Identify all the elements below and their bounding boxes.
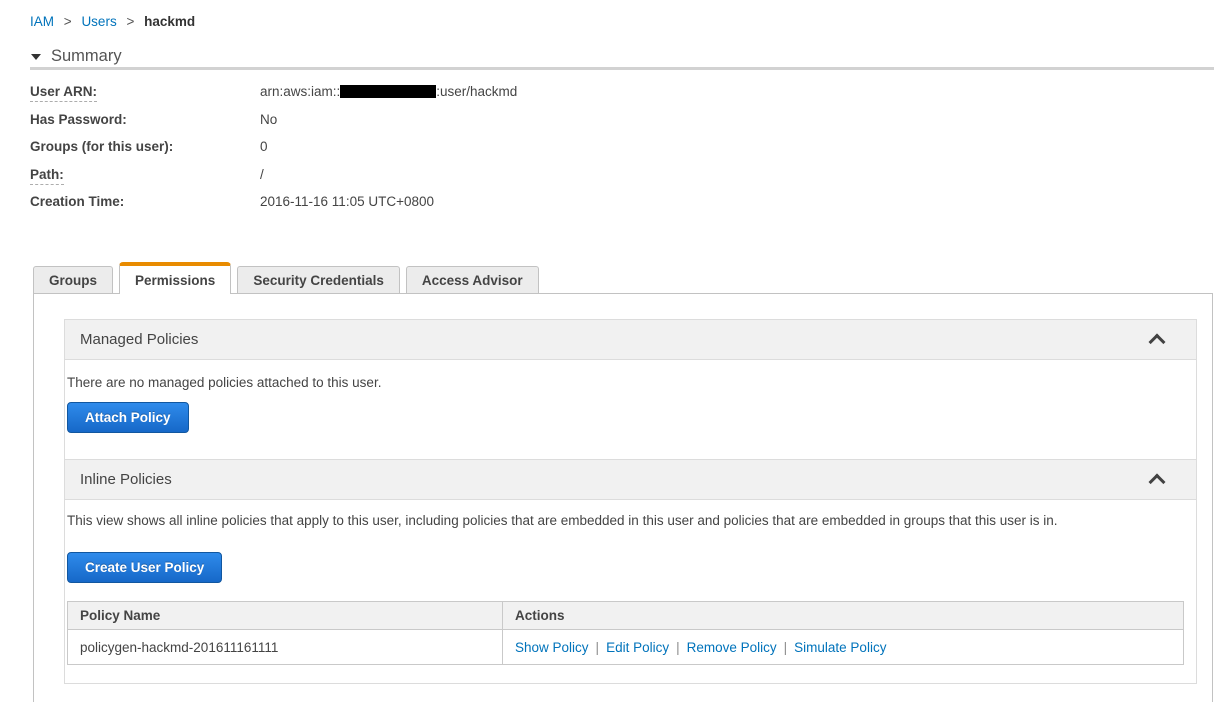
actions-column-header: Actions	[502, 601, 1184, 630]
field-label-text: Path:	[30, 166, 64, 185]
tab-permissions[interactable]: Permissions	[119, 262, 232, 294]
inline-policies-title: Inline Policies	[80, 471, 172, 488]
edit-policy-link[interactable]: Edit Policy	[606, 640, 669, 655]
action-separator: |	[676, 639, 680, 655]
summary-field-row-groups: Groups (for this user): 0	[30, 139, 517, 155]
field-label-path: Path:	[30, 166, 260, 185]
summary-field-row-has-password: Has Password: No	[30, 112, 517, 128]
collapse-triangle-icon[interactable]	[31, 53, 41, 60]
remove-policy-link[interactable]: Remove Policy	[687, 640, 777, 655]
managed-policies-header: Managed Policies	[65, 320, 1196, 360]
inline-policies-body: This view shows all inline policies that…	[65, 500, 1196, 683]
table-header-row: Policy Name Actions	[67, 601, 1184, 630]
breadcrumb-link-iam[interactable]: IAM	[30, 14, 54, 29]
field-value-path: /	[260, 166, 264, 182]
breadcrumb-current-user: hackmd	[144, 14, 196, 29]
summary-field-row-creation-time: Creation Time: 2016-11-16 11:05 UTC+0800	[30, 194, 517, 210]
tab-security-credentials[interactable]: Security Credentials	[237, 266, 400, 293]
collapse-chevron-icon[interactable]	[1148, 331, 1166, 350]
field-value-has-password: No	[260, 111, 278, 127]
arn-suffix: :user/hackmd	[436, 84, 518, 99]
summary-divider	[30, 67, 1214, 70]
managed-policies-body: There are no managed policies attached t…	[65, 360, 1196, 459]
simulate-policy-link[interactable]: Simulate Policy	[794, 640, 886, 655]
breadcrumb-link-users[interactable]: Users	[81, 14, 116, 29]
tab-access-advisor[interactable]: Access Advisor	[405, 266, 539, 293]
no-managed-policies-message: There are no managed policies attached t…	[67, 375, 382, 390]
actions-cell: Show Policy | Edit Policy | Remove Policy | Si…	[502, 629, 1184, 665]
field-label-groups: Groups (for this user):	[30, 139, 174, 154]
policy-name-column-header: Policy Name	[67, 601, 503, 630]
field-label-creation-time: Creation Time:	[30, 194, 125, 209]
action-separator: |	[783, 639, 788, 655]
summary-field-row-user-arn: User ARN: arn:aws:iam:::user/hackmd	[30, 84, 517, 102]
tab-groups[interactable]: Groups	[33, 266, 114, 293]
field-value-creation-time: 2016-11-16 11:05 UTC+0800	[260, 194, 434, 209]
breadcrumb-separator: >	[126, 14, 135, 29]
summary-header: Summary	[31, 47, 122, 66]
arn-prefix: arn:aws:iam::	[260, 84, 341, 99]
field-label-has-password: Has Password:	[30, 111, 127, 127]
inline-policies-header: Inline Policies	[65, 459, 1196, 500]
create-user-policy-button[interactable]: Create User Policy	[67, 552, 223, 583]
inline-policies-description: This view shows all inline policies that…	[67, 513, 1058, 528]
inline-policies-table: Policy Name Actions policygen-hackmd-201…	[67, 601, 1184, 665]
managed-policies-title: Managed Policies	[80, 331, 199, 348]
field-value-groups: 0	[260, 139, 268, 154]
redacted-account-id	[340, 85, 437, 98]
field-value-user-arn: arn:aws:iam:::user/hackmd	[260, 84, 517, 100]
summary-field-row-path: Path: /	[30, 166, 517, 185]
show-policy-link[interactable]: Show Policy	[515, 640, 589, 655]
field-label-user-arn: User ARN:	[30, 84, 260, 102]
action-separator: |	[595, 639, 600, 655]
attach-policy-button[interactable]: Attach Policy	[67, 402, 189, 433]
summary-title: Summary	[51, 47, 122, 65]
field-label-text: User ARN:	[30, 84, 98, 102]
permissions-panel: Managed Policies There are no managed po…	[33, 293, 1213, 702]
tab-strip: Groups Permissions Security Credentials …	[33, 262, 539, 294]
summary-fields: User ARN: arn:aws:iam:::user/hackmd Has …	[30, 84, 517, 222]
collapse-chevron-icon[interactable]	[1148, 471, 1166, 490]
breadcrumb: IAM > Users > hackmd	[30, 14, 195, 29]
policy-name-cell: policygen-hackmd-201611161111	[67, 629, 503, 665]
table-row: policygen-hackmd-201611161111 Show Polic…	[67, 629, 1184, 665]
breadcrumb-separator: >	[63, 14, 72, 29]
policies-container: Managed Policies There are no managed po…	[64, 319, 1197, 684]
